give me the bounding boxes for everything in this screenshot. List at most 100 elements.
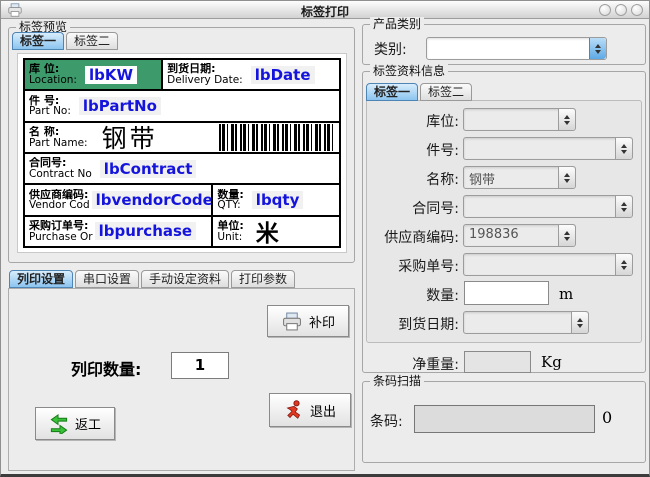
reprint-printer-icon (283, 312, 301, 330)
location-cell: 库 位: Location: lbKW (25, 60, 164, 90)
product-category-group-title: 产品类别 (370, 17, 425, 31)
rework-arrows-icon (50, 413, 68, 434)
barcode-scan-group-title: 条码扫描 (370, 374, 425, 388)
window-button-close[interactable] (631, 4, 643, 16)
kuwei-label: 库位: (426, 114, 459, 130)
vendor-cell: 供应商编码: Vendor Cod lbvendorCode (25, 185, 214, 215)
purchase-order-combo[interactable] (463, 253, 633, 276)
exit-button[interactable]: 退出 (269, 393, 351, 427)
print-settings-tabs: 列印设置 串口设置 手动设定资料 打印参数 (9, 270, 296, 288)
hetonghao-label: 合同号: (412, 201, 459, 217)
partname-cell: 名 称: Part Name: 钢带 (25, 123, 339, 152)
unit-cell: 单位: Unit: 米 (213, 217, 339, 246)
rework-button[interactable]: 返工 (35, 407, 115, 440)
preview-tab-label1[interactable]: 标签一 (12, 32, 65, 50)
tab-print-settings[interactable]: 列印设置 (9, 270, 74, 288)
print-quantity-input[interactable]: 1 (171, 352, 229, 379)
kuwei-combo-value (464, 109, 558, 130)
hetonghao-spinner-button[interactable] (615, 196, 632, 217)
tab-serial-settings[interactable]: 串口设置 (75, 270, 140, 288)
category-combo[interactable] (426, 37, 607, 60)
category-spinner-button[interactable] (589, 38, 606, 59)
contract-cell: 合同号: Contract No lbContract (25, 154, 339, 183)
label-row-location-date: 库 位: Location: lbKW 到货日期: Delivery Date:… (25, 60, 339, 92)
net-weight-input[interactable] (464, 351, 531, 373)
label-row-name: 名 称: Part Name: 钢带 (25, 123, 339, 154)
qty-label-en: QTY: (217, 199, 241, 212)
exit-runner-icon (286, 400, 301, 419)
label-row-contract: 合同号: Contract No lbContract (25, 154, 339, 186)
arrival-date-combo-value (464, 312, 571, 333)
net-weight-label: 净重量: (412, 357, 459, 373)
arrival-date-spinner-button[interactable] (571, 312, 588, 333)
category-combo-value (427, 38, 589, 59)
arrival-date-label: 到货日期: (398, 317, 459, 333)
info-tab-label2[interactable]: 标签二 (420, 83, 473, 101)
window-button-maximize[interactable] (615, 4, 627, 16)
window-button-minimize[interactable] (599, 4, 611, 16)
purchase-label-zh: 采购订单号: (29, 220, 89, 233)
tab-manual-data[interactable]: 手动设定资料 (141, 270, 230, 288)
barcode-label: 条码: (370, 414, 403, 430)
vendor-code-label: 供应商编码: (384, 230, 459, 246)
partno-value: lbPartNo (78, 96, 161, 115)
location-label-en: Location: (29, 73, 77, 86)
kuwei-spinner-button[interactable] (558, 109, 575, 130)
purchase-order-label: 采购单号: (398, 259, 459, 275)
vendor-value: lbvendorCode (91, 190, 212, 209)
print-settings-panel: 补印 列印数量: 1 返工 退出 (8, 288, 355, 471)
titlebar: 标签打印 (1, 1, 649, 19)
reprint-button[interactable]: 补印 (267, 305, 349, 337)
unit-label-zh: 单位: (217, 220, 244, 233)
purchase-cell: 采购订单号: Purchase Or lbpurchase (25, 216, 214, 246)
jianhao-label: 件号: (426, 143, 459, 159)
mingcheng-combo[interactable]: 钢带 (463, 166, 576, 189)
category-label: 类别: (374, 42, 407, 58)
purchase-label-en: Purchase Or (29, 230, 93, 243)
kuwei-combo[interactable] (463, 108, 576, 131)
jianhao-spinner-button[interactable] (615, 138, 632, 159)
hetonghao-combo-value (464, 196, 615, 217)
purchase-value: lbpurchase (94, 222, 197, 241)
label-row-purchase-unit: 采购订单号: Purchase Or lbpurchase 单位: Unit: … (25, 216, 339, 246)
purchase-order-combo-value (464, 254, 615, 275)
date-value: lbDate (250, 65, 315, 84)
vendor-code-combo[interactable]: 198836 (463, 224, 576, 247)
qty-value: lbqty (251, 190, 304, 209)
location-value: lbKW (84, 65, 138, 84)
unit-value: 米 (255, 221, 279, 246)
unit-label-en: Unit: (217, 230, 243, 243)
preview-tabs: 标签一 标签二 (12, 32, 119, 50)
quantity-input[interactable] (464, 281, 549, 305)
barcode-input[interactable] (414, 405, 595, 433)
arrival-date-combo[interactable] (463, 311, 589, 334)
label-preview-canvas: 库 位: Location: lbKW 到货日期: Delivery Date:… (17, 53, 347, 253)
exit-button-label: 退出 (309, 404, 336, 420)
purchase-order-spinner-button[interactable] (615, 254, 632, 275)
name-value: 钢带 (101, 124, 158, 152)
label-template: 库 位: Location: lbKW 到货日期: Delivery Date:… (23, 58, 341, 248)
hetonghao-combo[interactable] (463, 195, 633, 218)
mingcheng-spinner-button[interactable] (558, 167, 575, 188)
info-tab-label1[interactable]: 标签一 (366, 83, 419, 101)
jianhao-combo[interactable] (463, 137, 633, 160)
tab-print-params[interactable]: 打印参数 (231, 270, 296, 288)
label-info-group-title: 标签资料信息 (370, 64, 449, 78)
print-quantity-label: 列印数量: (71, 360, 142, 379)
barcode-image (219, 123, 335, 151)
delivery-date-cell: 到货日期: Delivery Date: lbDate (163, 60, 339, 89)
preview-tab-label2[interactable]: 标签二 (66, 32, 119, 50)
barcode-count: 0 (602, 408, 613, 427)
mingcheng-label: 名称: (426, 172, 459, 188)
vendor-code-spinner-button[interactable] (558, 225, 575, 246)
name-label-zh: 名 称: (29, 126, 60, 139)
rework-button-label: 返工 (74, 418, 101, 433)
jianhao-combo-value (464, 138, 615, 159)
mingcheng-combo-value: 钢带 (469, 173, 496, 188)
label-print-window: 标签打印 标签预览 标签一 标签二 库 位: Location: lbKW 到货… (0, 0, 650, 477)
date-label-en: Delivery Date: (167, 73, 243, 86)
label-row-partno: 件 号: Part No: lbPartNo (25, 91, 339, 123)
quantity-unit: m (559, 285, 574, 303)
name-label-en: Part Name: (29, 136, 88, 149)
contract-label-en: Contract No (29, 167, 92, 180)
